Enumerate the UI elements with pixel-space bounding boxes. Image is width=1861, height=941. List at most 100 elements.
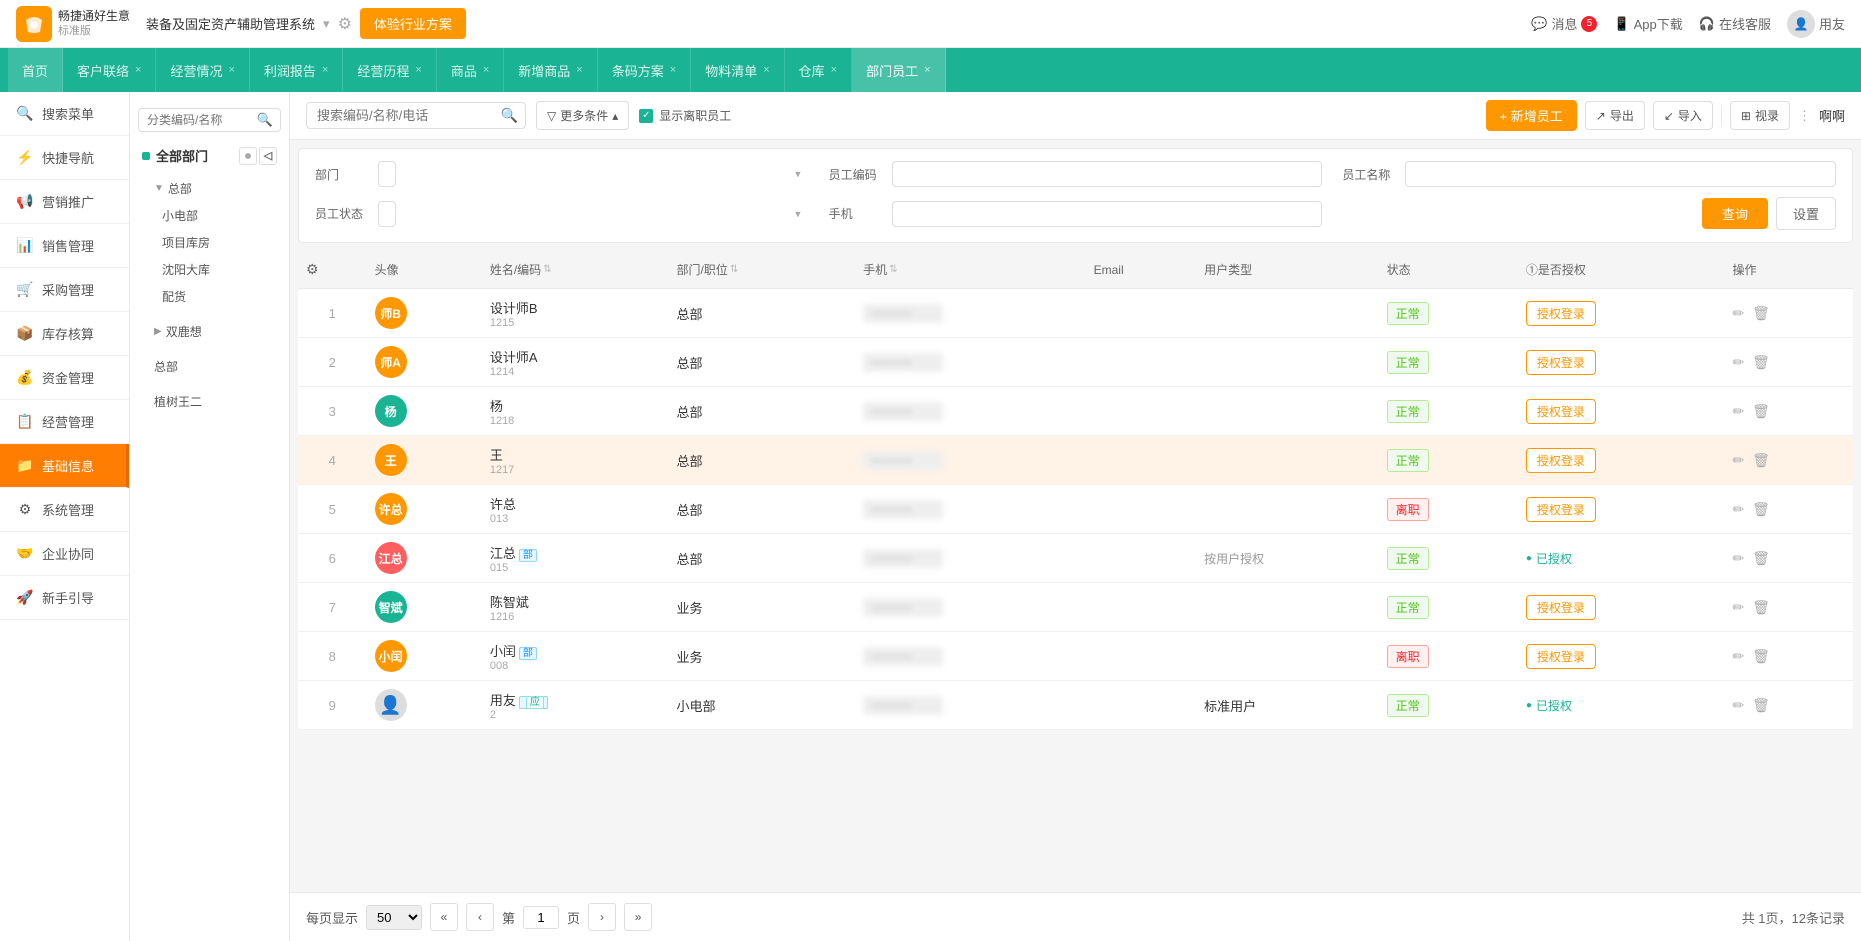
nav-tab-goods[interactable]: 商品 ×	[437, 48, 504, 92]
sidebar-item-finance[interactable]: 💰 资金管理	[0, 356, 129, 400]
th-phone[interactable]: 手机	[855, 251, 1086, 289]
more-filter-button[interactable]: ▽ 更多条件 ▴	[536, 101, 629, 130]
dept-node-zhishu[interactable]: 植树王二	[138, 388, 289, 415]
delete-icon[interactable]: 🗑	[1752, 452, 1770, 469]
dept-collapse-btn[interactable]	[239, 147, 257, 165]
row-auth[interactable]: 授权登录	[1518, 485, 1725, 534]
close-icon[interactable]: ×	[228, 64, 234, 76]
sidebar-item-basic-info[interactable]: 📁 基础信息	[0, 444, 129, 488]
set-button[interactable]: 设置	[1776, 197, 1836, 230]
message-button[interactable]: 💬 消息 5	[1531, 14, 1597, 33]
user-avatar-button[interactable]: 👤 用友	[1787, 10, 1845, 38]
edit-icon[interactable]: ✏	[1732, 403, 1744, 420]
import-button[interactable]: ↙ 导入	[1653, 101, 1713, 130]
dept-all-header[interactable]: 全部部门 ◁	[130, 140, 289, 171]
sidebar-item-guide[interactable]: 🚀 新手引导	[0, 576, 129, 620]
nav-arrow-icon[interactable]: ▾	[323, 16, 330, 32]
export-button[interactable]: ↗ 导出	[1585, 101, 1645, 130]
dept-node-peihuo[interactable]: 配货	[146, 283, 289, 310]
nav-tab-home[interactable]: 首页	[8, 48, 63, 92]
page-size-select[interactable]: 50 100 200	[366, 905, 422, 930]
dept-node-zongbu2[interactable]: 总部	[138, 353, 289, 380]
edit-icon[interactable]: ✏	[1732, 550, 1744, 567]
delete-icon[interactable]: 🗑	[1752, 403, 1770, 420]
auth-login-button[interactable]: 授权登录	[1526, 595, 1596, 620]
prev-page-button[interactable]: ‹	[466, 903, 494, 931]
sidebar-item-marketing[interactable]: 📢 营销推广	[0, 180, 129, 224]
dept-node-shuanglu[interactable]: ▶双鹿想	[138, 318, 289, 345]
row-auth[interactable]: 授权登录	[1518, 436, 1725, 485]
sidebar-item-system[interactable]: ⚙ 系统管理	[0, 488, 129, 532]
th-name-code[interactable]: 姓名/编码	[482, 251, 669, 289]
nav-tab-customer[interactable]: 客户联络 ×	[63, 48, 156, 92]
nav-tab-process[interactable]: 经营历程 ×	[343, 48, 436, 92]
auth-login-button[interactable]: 授权登录	[1526, 399, 1596, 424]
delete-icon[interactable]: 🗑	[1752, 354, 1770, 371]
edit-icon[interactable]: ✏	[1732, 305, 1744, 322]
auth-login-button[interactable]: 授权登录	[1526, 301, 1596, 326]
edit-icon[interactable]: ✏	[1732, 452, 1744, 469]
close-icon[interactable]: ×	[670, 64, 676, 76]
row-auth[interactable]: 授权登录	[1518, 632, 1725, 681]
delete-icon[interactable]: 🗑	[1752, 648, 1770, 665]
next-page-button[interactable]: ›	[588, 903, 616, 931]
nav-tab-operation[interactable]: 经营情况 ×	[156, 48, 249, 92]
th-settings[interactable]: ⚙	[298, 251, 367, 289]
nav-tab-profit[interactable]: 利润报告 ×	[250, 48, 343, 92]
close-icon[interactable]: ×	[483, 64, 489, 76]
row-auth[interactable]: 授权登录	[1518, 289, 1725, 338]
auth-login-button[interactable]: 授权登录	[1526, 644, 1596, 669]
nav-tab-add-goods[interactable]: 新增商品 ×	[504, 48, 597, 92]
sidebar-item-nav[interactable]: ⚡ 快捷导航	[0, 136, 129, 180]
edit-icon[interactable]: ✏	[1732, 697, 1744, 714]
close-icon[interactable]: ×	[576, 64, 582, 76]
close-icon[interactable]: ×	[831, 64, 837, 76]
add-employee-button[interactable]: + 新增员工	[1486, 100, 1577, 131]
row-auth[interactable]: 授权登录	[1518, 338, 1725, 387]
sidebar-item-search[interactable]: 🔍 搜索菜单	[0, 92, 129, 136]
query-button[interactable]: 查询	[1702, 198, 1768, 229]
emp-code-input[interactable]	[892, 161, 1323, 187]
resigned-checkbox[interactable]: ✓	[639, 109, 653, 123]
view-button[interactable]: ⊞ 视录	[1730, 101, 1790, 130]
sidebar-item-purchase[interactable]: 🛒 采购管理	[0, 268, 129, 312]
edit-icon[interactable]: ✏	[1732, 501, 1744, 518]
sidebar-item-sales[interactable]: 📊 销售管理	[0, 224, 129, 268]
nav-tab-bom[interactable]: 物料清单 ×	[691, 48, 784, 92]
row-auth[interactable]: 授权登录	[1518, 387, 1725, 436]
app-download-button[interactable]: 📱 App下载	[1613, 14, 1682, 33]
page-input[interactable]	[523, 906, 559, 929]
close-icon[interactable]: ×	[763, 64, 769, 76]
delete-icon[interactable]: 🗑	[1752, 550, 1770, 567]
nav-tab-barcode[interactable]: 条码方案 ×	[598, 48, 691, 92]
sidebar-item-operation[interactable]: 📋 经营管理	[0, 400, 129, 444]
close-icon[interactable]: ×	[322, 64, 328, 76]
delete-icon[interactable]: 🗑	[1752, 599, 1770, 616]
try-industry-button[interactable]: 体验行业方案	[360, 8, 466, 39]
delete-icon[interactable]: 🗑	[1752, 305, 1770, 322]
nav-tab-warehouse[interactable]: 仓库 ×	[785, 48, 852, 92]
dept-select[interactable]	[378, 161, 396, 187]
last-page-button[interactable]: »	[624, 903, 652, 931]
auth-login-button[interactable]: 授权登录	[1526, 497, 1596, 522]
dept-node-zongbu[interactable]: ▼总部	[138, 175, 289, 202]
row-auth[interactable]: 授权登录	[1518, 583, 1725, 632]
status-select[interactable]	[378, 201, 396, 227]
first-page-button[interactable]: «	[430, 903, 458, 931]
sidebar-item-inventory[interactable]: 📦 库存核算	[0, 312, 129, 356]
toolbar-more-icon[interactable]: ⋮	[1798, 108, 1811, 124]
show-resigned-toggle[interactable]: ✓ 显示离职员工	[639, 107, 731, 124]
edit-icon[interactable]: ✏	[1732, 648, 1744, 665]
edit-icon[interactable]: ✏	[1732, 354, 1744, 371]
phone-input[interactable]	[892, 201, 1323, 227]
close-icon[interactable]: ×	[135, 64, 141, 76]
delete-icon[interactable]: 🗑	[1752, 697, 1770, 714]
dept-node-xiaodianbu[interactable]: 小电部	[146, 202, 289, 229]
settings-icon[interactable]: ⚙	[338, 14, 352, 34]
sidebar-item-collab[interactable]: 🤝 企业协同	[0, 532, 129, 576]
delete-icon[interactable]: 🗑	[1752, 501, 1770, 518]
search-input[interactable]	[306, 102, 526, 129]
dept-expand-btn[interactable]: ◁	[259, 147, 277, 165]
dept-node-xiangmu[interactable]: 项目库房	[146, 229, 289, 256]
emp-name-input[interactable]	[1405, 161, 1836, 187]
